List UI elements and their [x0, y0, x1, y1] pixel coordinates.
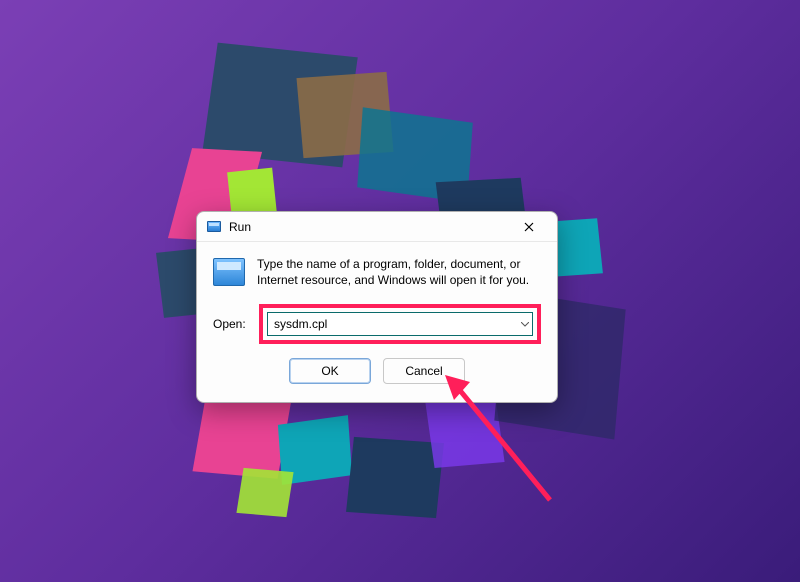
dialog-title: Run: [229, 220, 251, 234]
open-label: Open:: [213, 317, 249, 331]
cancel-button[interactable]: Cancel: [383, 358, 465, 384]
cancel-button-label: Cancel: [405, 364, 442, 378]
run-app-icon: [213, 258, 245, 286]
run-dialog: Run Type the name of a program, folder, …: [196, 211, 558, 403]
titlebar[interactable]: Run: [197, 212, 557, 242]
close-button[interactable]: [509, 213, 549, 241]
open-combobox[interactable]: [267, 312, 533, 336]
close-icon: [524, 222, 534, 232]
run-icon: [207, 221, 221, 232]
ok-button-label: OK: [321, 364, 338, 378]
input-highlight: [259, 304, 541, 344]
open-input[interactable]: [268, 317, 518, 331]
chevron-down-icon[interactable]: [518, 322, 532, 327]
dialog-description: Type the name of a program, folder, docu…: [257, 256, 541, 288]
ok-button[interactable]: OK: [289, 358, 371, 384]
